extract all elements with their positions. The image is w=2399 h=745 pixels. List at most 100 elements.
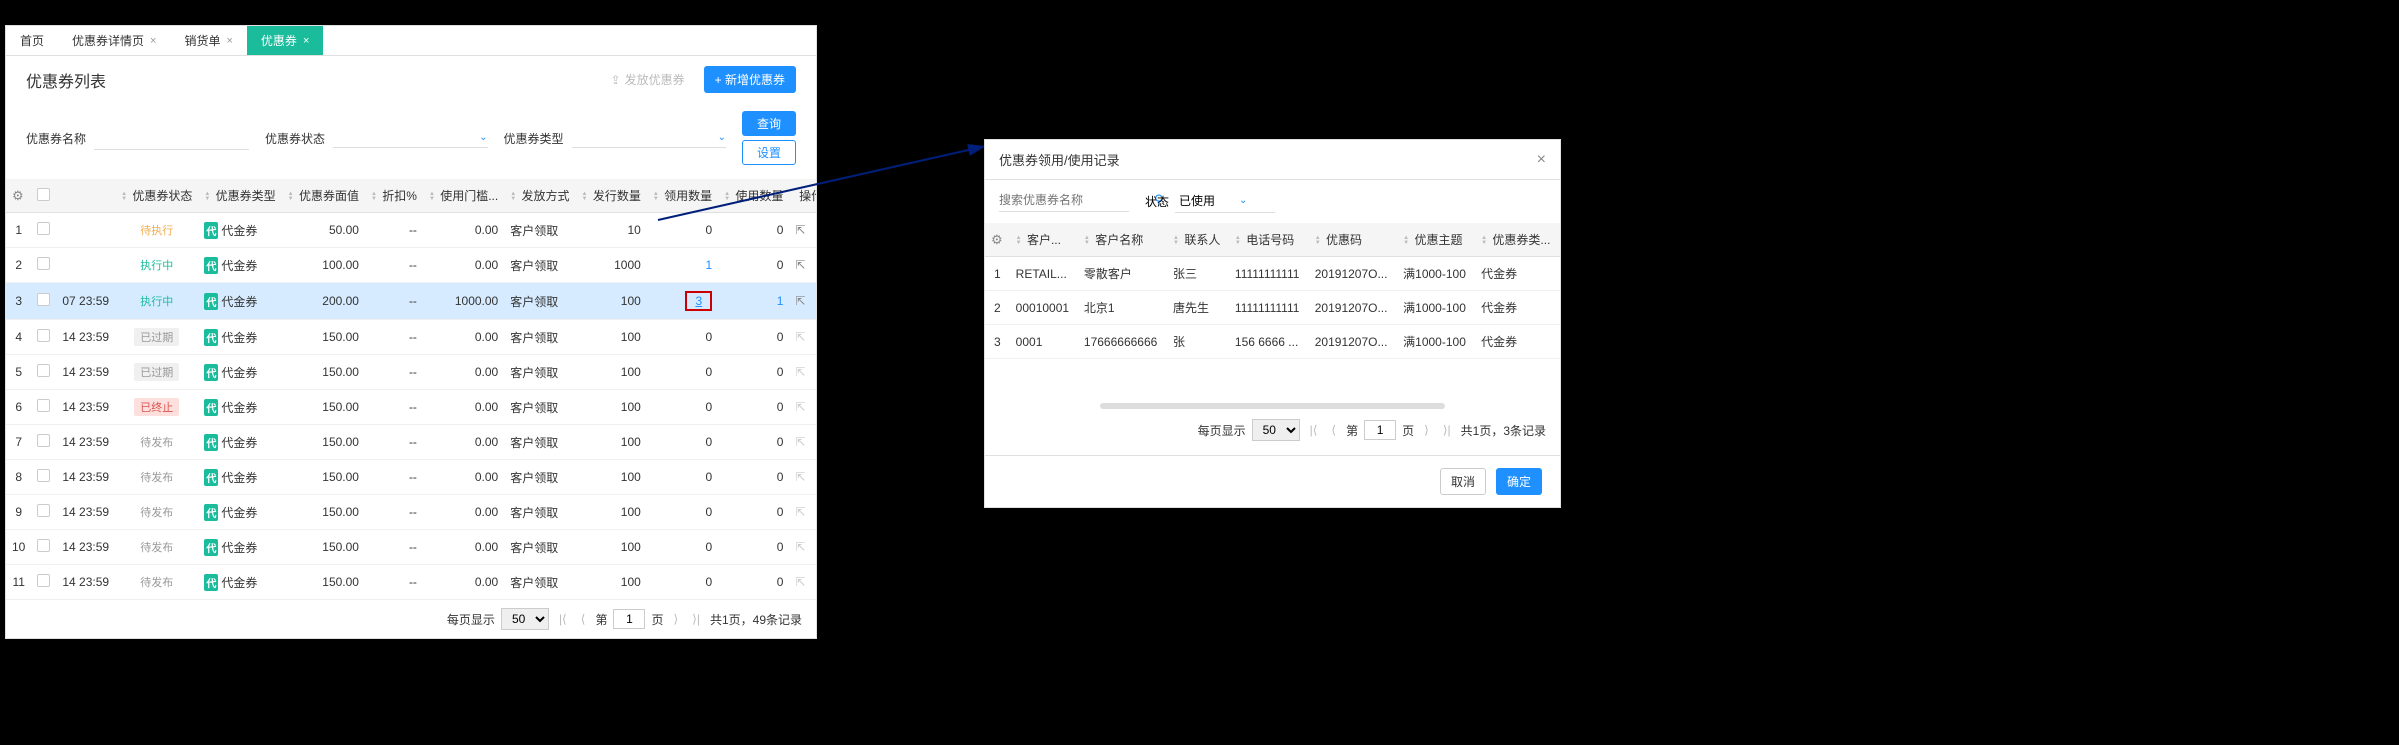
table-row[interactable]: 2 执行中 代代金券 100.00 -- 0.00 客户领取 1000 1 0 …	[6, 248, 816, 283]
sort-icon[interactable]: ▲▼	[582, 192, 588, 202]
table-row[interactable]: 10 14 23:59 待发布 代代金券 150.00 -- 0.00 客户领取…	[6, 530, 816, 565]
used-count[interactable]: 0	[718, 460, 789, 495]
claimed-count[interactable]: 0	[647, 565, 718, 600]
tab-close-icon[interactable]: ×	[150, 35, 156, 47]
qr-action-icon[interactable]: ▦	[815, 330, 816, 344]
sort-icon[interactable]: ▲▼	[1016, 236, 1022, 246]
sort-icon[interactable]: ▲▼	[1315, 236, 1321, 246]
first-page-button[interactable]: |⟨	[555, 612, 571, 626]
row-checkbox[interactable]	[37, 329, 50, 342]
tab-close-icon[interactable]: ×	[226, 35, 232, 47]
sort-icon[interactable]: ▲▼	[1403, 236, 1409, 246]
sort-icon[interactable]: ▲▼	[1481, 236, 1487, 246]
row-checkbox[interactable]	[37, 504, 50, 517]
tab[interactable]: 优惠券详情页×	[58, 26, 170, 55]
table-row[interactable]: 9 14 23:59 待发布 代代金券 150.00 -- 0.00 客户领取 …	[6, 495, 816, 530]
column-header[interactable]: ▲▼ 使用数量	[718, 179, 789, 213]
qr-action-icon[interactable]: ▦	[815, 435, 816, 449]
claimed-count[interactable]: 0	[647, 355, 718, 390]
table-row[interactable]: 3 0001 17666666666 张 156 6666 ... 201912…	[985, 325, 1560, 359]
used-count[interactable]: 0	[718, 390, 789, 425]
claimed-count[interactable]: 0	[647, 460, 718, 495]
table-row[interactable]: 5 14 23:59 已过期 代代金券 150.00 -- 0.00 客户领取 …	[6, 355, 816, 390]
share-action-icon[interactable]: ⇱	[795, 294, 805, 308]
row-checkbox[interactable]	[37, 222, 50, 235]
used-count[interactable]: 0	[718, 248, 789, 283]
used-count[interactable]: 0	[718, 530, 789, 565]
used-count[interactable]: 0	[718, 565, 789, 600]
used-count[interactable]: 0	[718, 320, 789, 355]
sort-icon[interactable]: ▲▼	[288, 192, 294, 202]
sort-icon[interactable]: ▲▼	[653, 192, 659, 202]
page-input[interactable]	[613, 609, 645, 629]
qr-action-icon[interactable]: ▦	[815, 223, 816, 237]
sort-icon[interactable]: ▲▼	[1084, 236, 1090, 246]
sort-icon[interactable]: ▲▼	[724, 192, 730, 202]
qr-action-icon[interactable]: ▦	[815, 470, 816, 484]
last-page-button[interactable]: ⟩|	[688, 612, 704, 626]
qr-action-icon[interactable]: ▦	[815, 575, 816, 589]
first-page-button[interactable]: |⟨	[1306, 423, 1322, 437]
column-header[interactable]: ▲▼ 电话号码	[1229, 223, 1309, 257]
sort-icon[interactable]: ▲▼	[121, 192, 127, 202]
used-count[interactable]: 0	[718, 355, 789, 390]
row-checkbox[interactable]	[37, 364, 50, 377]
row-checkbox[interactable]	[37, 574, 50, 587]
column-header[interactable]: 操作	[789, 179, 816, 213]
coupon-name-input[interactable]	[94, 127, 249, 150]
claimed-count[interactable]: 0	[647, 390, 718, 425]
settings-button[interactable]: 设置	[742, 140, 796, 165]
qr-action-icon[interactable]: ▦	[815, 505, 816, 519]
coupon-type-select[interactable]: ⌄	[572, 128, 726, 148]
column-header[interactable]: ▲▼ 发放方式	[504, 179, 575, 213]
column-header[interactable]: ▲▼ 优惠码	[1309, 223, 1397, 257]
row-checkbox[interactable]	[37, 539, 50, 552]
sort-icon[interactable]: ▲▼	[371, 192, 377, 202]
sort-icon[interactable]: ▲▼	[1235, 236, 1241, 246]
table-row[interactable]: 1 待执行 代代金券 50.00 -- 0.00 客户领取 10 0 0 ⇱▦	[6, 213, 816, 248]
used-count[interactable]: 0	[718, 425, 789, 460]
tab[interactable]: 首页	[6, 26, 58, 55]
used-count[interactable]: 0	[718, 495, 789, 530]
add-coupon-button[interactable]: + 新增优惠券	[704, 66, 796, 93]
qr-action-icon[interactable]: ▦	[815, 294, 816, 308]
sort-icon[interactable]: ▲▼	[1173, 236, 1179, 246]
horizontal-scrollbar[interactable]	[1100, 403, 1445, 409]
prev-page-button[interactable]: ⟨	[1327, 423, 1340, 437]
tab-close-icon[interactable]: ×	[303, 35, 309, 47]
claimed-count[interactable]: 0	[647, 320, 718, 355]
column-header[interactable]	[31, 179, 56, 213]
row-checkbox[interactable]	[37, 469, 50, 482]
row-checkbox[interactable]	[37, 257, 50, 270]
distribute-coupon-button[interactable]: ⇪ 发放优惠券	[600, 66, 696, 93]
tab[interactable]: 销货单×	[170, 26, 246, 55]
last-page-button[interactable]: ⟩|	[1439, 423, 1455, 437]
column-header[interactable]: ▲▼ 领用数量	[647, 179, 718, 213]
column-header[interactable]: ▲▼ 发行数量	[576, 179, 647, 213]
table-row[interactable]: 6 14 23:59 已终止 代代金券 150.00 -- 0.00 客户领取 …	[6, 390, 816, 425]
table-row[interactable]: 4 14 23:59 已过期 代代金券 150.00 -- 0.00 客户领取 …	[6, 320, 816, 355]
table-row[interactable]: 2 00010001 北京1 唐先生 11111111111 20191207O…	[985, 291, 1560, 325]
claimed-count[interactable]: 0	[647, 213, 718, 248]
column-header[interactable]	[56, 179, 115, 213]
claimed-count[interactable]: 1	[647, 248, 718, 283]
row-checkbox[interactable]	[37, 399, 50, 412]
column-header[interactable]: ▲▼ 优惠券类...	[1475, 223, 1560, 257]
per-page-select[interactable]: 50	[1252, 419, 1300, 441]
used-count[interactable]: 1	[718, 283, 789, 320]
used-count[interactable]: 0	[718, 213, 789, 248]
row-checkbox[interactable]	[37, 434, 50, 447]
query-button[interactable]: 查询	[742, 111, 796, 136]
claimed-count[interactable]: 0	[647, 425, 718, 460]
page-input[interactable]	[1364, 420, 1396, 440]
column-header[interactable]: ▲▼ 联系人	[1167, 223, 1229, 257]
select-all-checkbox[interactable]	[37, 188, 50, 201]
gear-icon[interactable]: ⚙	[991, 232, 1003, 247]
share-action-icon[interactable]: ⇱	[795, 258, 805, 272]
gear-icon[interactable]: ⚙	[12, 188, 24, 203]
dialog-status-select[interactable]: 已使用 ⌄	[1175, 190, 1275, 213]
share-action-icon[interactable]: ⇱	[795, 223, 805, 237]
claimed-count[interactable]: 0	[647, 530, 718, 565]
column-header[interactable]: ⚙	[985, 223, 1010, 257]
sort-icon[interactable]: ▲▼	[429, 192, 435, 202]
